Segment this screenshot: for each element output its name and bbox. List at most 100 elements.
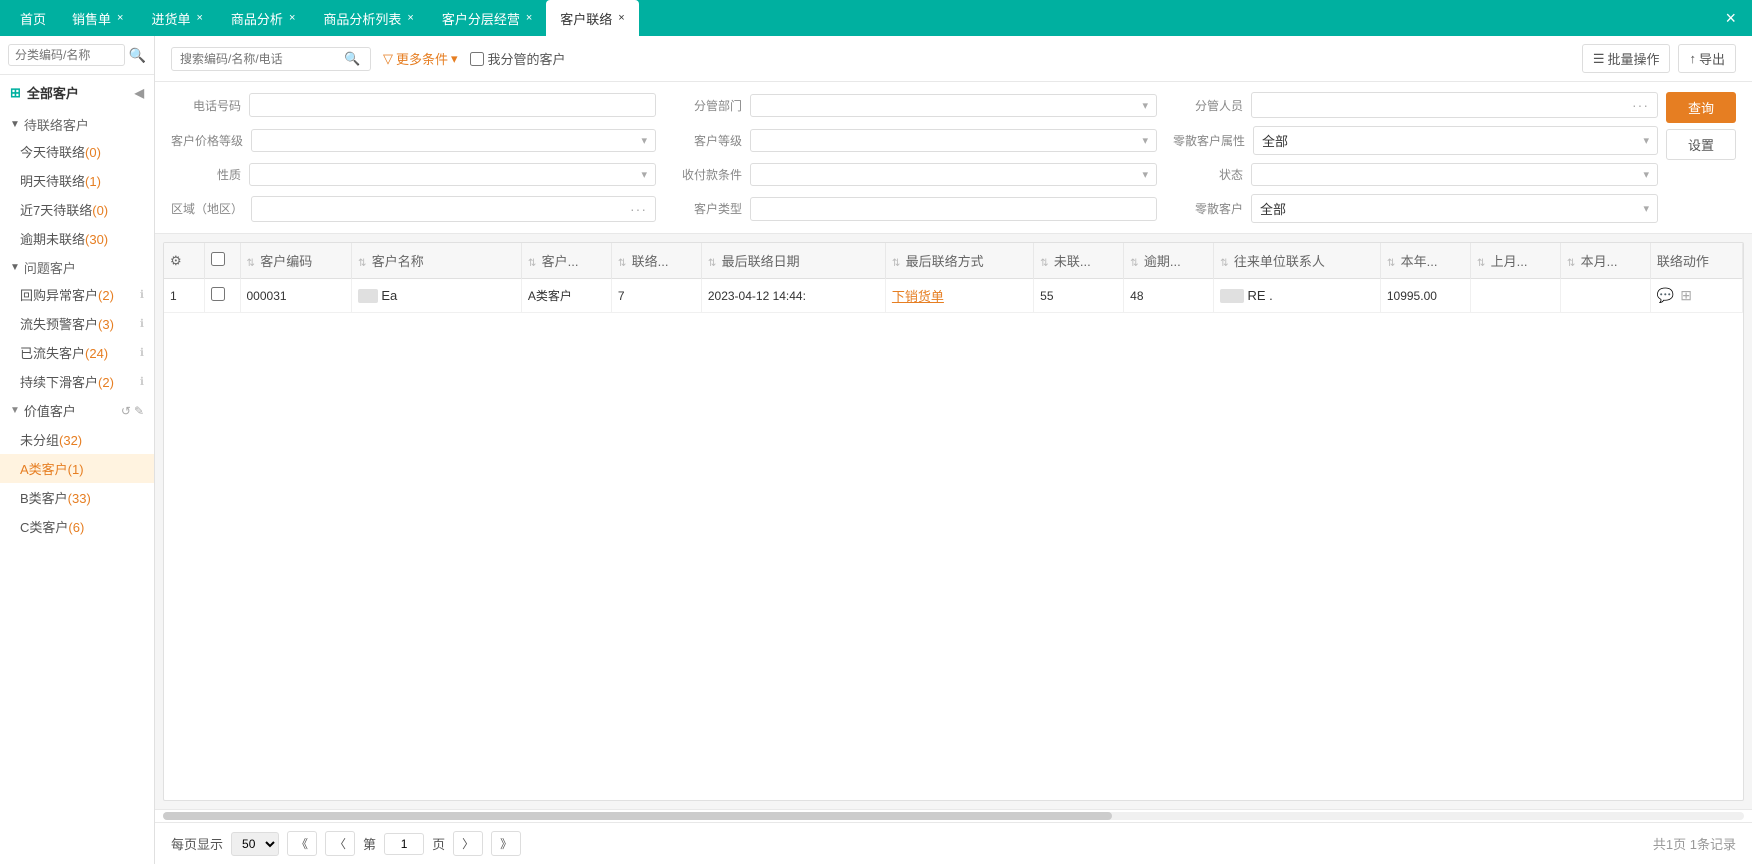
price-level-select[interactable]: ▾ xyxy=(251,129,656,152)
sidebar-item-churned[interactable]: 已流失客户(24) ℹ xyxy=(0,338,154,367)
payment-select[interactable]: ▾ xyxy=(750,163,1157,186)
sidebar-item-unclassified[interactable]: 未分组(32) xyxy=(0,425,154,454)
value-arrow-icon: ▼ xyxy=(10,405,20,416)
per-page-select[interactable]: 50 xyxy=(231,832,279,856)
sort-no-contact-icon: ⇅ xyxy=(1040,258,1048,269)
sidebar-item-tomorrow-contact[interactable]: 明天待联络(1) xyxy=(0,166,154,195)
filter-search-input[interactable] xyxy=(180,52,340,66)
last-contact-method-link[interactable]: 下销货单 xyxy=(892,289,944,304)
sidebar-item-overdue-contact[interactable]: 逾期未联络(30) xyxy=(0,224,154,253)
first-page-button[interactable]: 《 xyxy=(287,831,317,856)
nature-select[interactable]: ▾ xyxy=(249,163,656,186)
phone-input[interactable] xyxy=(249,93,656,117)
filter-field-nature: 性质 ▾ xyxy=(171,163,656,186)
horizontal-scrollbar[interactable] xyxy=(155,809,1752,822)
th-overdue: ⇅ 逾期... xyxy=(1124,243,1214,279)
prev-page-button[interactable]: 〈 xyxy=(325,831,355,856)
sidebar-item-declining[interactable]: 持续下滑客户(2) ℹ xyxy=(0,367,154,396)
filter-search-icon[interactable]: 🔍 xyxy=(344,51,360,67)
person-select[interactable]: ··· xyxy=(1251,92,1658,118)
sidebar-search-icon[interactable]: 🔍 xyxy=(129,47,146,64)
info-icon-0: ℹ xyxy=(140,288,144,301)
settings-icon[interactable]: ⚙ xyxy=(170,253,182,268)
top-navigation: 首页 销售单 × 进货单 × 商品分析 × 商品分析列表 × 客户分层经营 × … xyxy=(0,0,1752,36)
close-all-tabs-button[interactable]: × xyxy=(1717,8,1744,29)
nav-product-analysis-list[interactable]: 商品分析列表 × xyxy=(309,0,427,36)
sidebar-search-input[interactable] xyxy=(8,44,125,66)
close-customer-contact-icon[interactable]: × xyxy=(618,12,624,24)
sidebar-all-customers[interactable]: ⊞ 全部客户 ◀ xyxy=(0,75,154,110)
next-page-button[interactable]: 〉 xyxy=(453,831,483,856)
last-page-button[interactable]: 》 xyxy=(491,831,521,856)
td-name: Ea xyxy=(351,279,521,313)
th-this-year: ⇅ 本年... xyxy=(1380,243,1470,279)
retail-attr-select[interactable]: 全部 ▾ xyxy=(1253,126,1658,155)
select-all-checkbox[interactable] xyxy=(211,252,225,266)
customer-level-select[interactable]: ▾ xyxy=(750,129,1157,152)
price-level-label: 客户价格等级 xyxy=(171,132,243,149)
customer-level-chevron-icon: ▾ xyxy=(1142,134,1148,147)
close-product-analysis-list-icon[interactable]: × xyxy=(407,12,413,24)
scrollbar-thumb[interactable] xyxy=(163,812,1112,820)
batch-operation-button[interactable]: ☰ 批量操作 xyxy=(1582,44,1671,73)
chat-action-icon[interactable]: 💬 xyxy=(1657,287,1674,304)
my-customers-checkbox-input[interactable] xyxy=(470,52,484,66)
setting-button[interactable]: 设置 xyxy=(1666,129,1736,160)
status-select[interactable]: ▾ xyxy=(1251,163,1658,186)
td-last-contact-date: 2023-04-12 14:44: xyxy=(701,279,885,313)
filter-field-phone: 电话号码 xyxy=(171,93,656,117)
filter-bar: 🔍 ▽ 更多条件 ▾ 我分管的客户 ☰ 批量操作 ↑ 导出 xyxy=(155,36,1752,82)
edit-icon[interactable]: ✎ xyxy=(134,404,144,418)
nav-home[interactable]: 首页 xyxy=(8,9,58,28)
sort-overdue-icon: ⇅ xyxy=(1130,258,1138,269)
sidebar-item-repurchase-anomaly[interactable]: 回购异常客户(2) ℹ xyxy=(0,280,154,309)
nav-product-analysis[interactable]: 商品分析 × xyxy=(217,0,309,36)
pagination: 每页显示 50 《 〈 第 页 〉 》 共1页 1条记录 xyxy=(155,822,1752,864)
region-dots-icon: ··· xyxy=(630,201,647,217)
filter-field-region: 区域（地区） ··· xyxy=(171,196,656,222)
my-customers-checkbox[interactable]: 我分管的客户 xyxy=(470,49,566,68)
td-category: A类客户 xyxy=(521,279,611,313)
close-purchase-order-icon[interactable]: × xyxy=(196,12,202,24)
retail-customer-select[interactable]: 全部 ▾ xyxy=(1251,194,1658,223)
th-name: ⇅ 客户名称 xyxy=(351,243,521,279)
close-customer-segment-icon[interactable]: × xyxy=(526,12,532,24)
customer-table: ⚙ ⇅ 客户编码 ⇅ 客户名称 xyxy=(164,243,1743,313)
sidebar-problem-customers-header[interactable]: ▼ 问题客户 xyxy=(0,253,154,280)
row-checkbox[interactable] xyxy=(211,287,225,301)
problem-arrow-icon: ▼ xyxy=(10,262,20,273)
sidebar-item-7day-contact[interactable]: 近7天待联络(0) xyxy=(0,195,154,224)
filter-row-4: 区域（地区） ··· 客户类型 零散客户 xyxy=(171,194,1658,223)
nav-customer-segment[interactable]: 客户分层经营 × xyxy=(428,0,546,36)
close-sales-order-icon[interactable]: × xyxy=(117,12,123,24)
sidebar-item-a-class[interactable]: A类客户(1) xyxy=(0,454,154,483)
sidebar-item-today-contact[interactable]: 今天待联络(0) xyxy=(0,137,154,166)
page-number-input[interactable] xyxy=(384,833,424,855)
customer-type-input[interactable] xyxy=(750,197,1157,221)
sort-category-icon: ⇅ xyxy=(528,258,536,269)
scrollbar-track[interactable] xyxy=(163,812,1744,820)
page-total-info: 共1页 1条记录 xyxy=(1653,834,1736,853)
nav-customer-contact[interactable]: 客户联络 × xyxy=(546,0,638,36)
close-product-analysis-icon[interactable]: × xyxy=(289,12,295,24)
phone-label: 电话号码 xyxy=(171,97,241,114)
sort-name-icon: ⇅ xyxy=(358,258,366,269)
sidebar-pending-contact-header[interactable]: ▼ 待联络客户 xyxy=(0,110,154,137)
sidebar-item-b-class[interactable]: B类客户(33) xyxy=(0,483,154,512)
refresh-icon[interactable]: ↺ xyxy=(121,404,131,418)
export-button[interactable]: ↑ 导出 xyxy=(1678,44,1736,73)
grid-icon: ⊞ xyxy=(10,85,21,101)
nav-purchase-order[interactable]: 进货单 × xyxy=(137,0,216,36)
sidebar-value-customers-header[interactable]: ▼ 价值客户 ↺ ✎ xyxy=(0,396,154,425)
sort-this-year-icon: ⇅ xyxy=(1387,258,1395,269)
region-select[interactable]: ··· xyxy=(251,196,656,222)
filter-field-price-level: 客户价格等级 ▾ xyxy=(171,129,656,152)
grid-action-icon[interactable]: ⊞ xyxy=(1680,287,1692,304)
filter-field-retail-customer: 零散客户 全部 ▾ xyxy=(1173,194,1658,223)
sidebar-item-c-class[interactable]: C类客户(6) xyxy=(0,512,154,541)
nav-sales-order[interactable]: 销售单 × xyxy=(58,0,137,36)
sidebar-item-churn-warning[interactable]: 流失预警客户(3) ℹ xyxy=(0,309,154,338)
filter-more-conditions[interactable]: ▽ 更多条件 ▾ xyxy=(383,49,458,68)
query-button[interactable]: 查询 xyxy=(1666,92,1736,123)
department-select[interactable]: ▾ xyxy=(750,94,1157,117)
